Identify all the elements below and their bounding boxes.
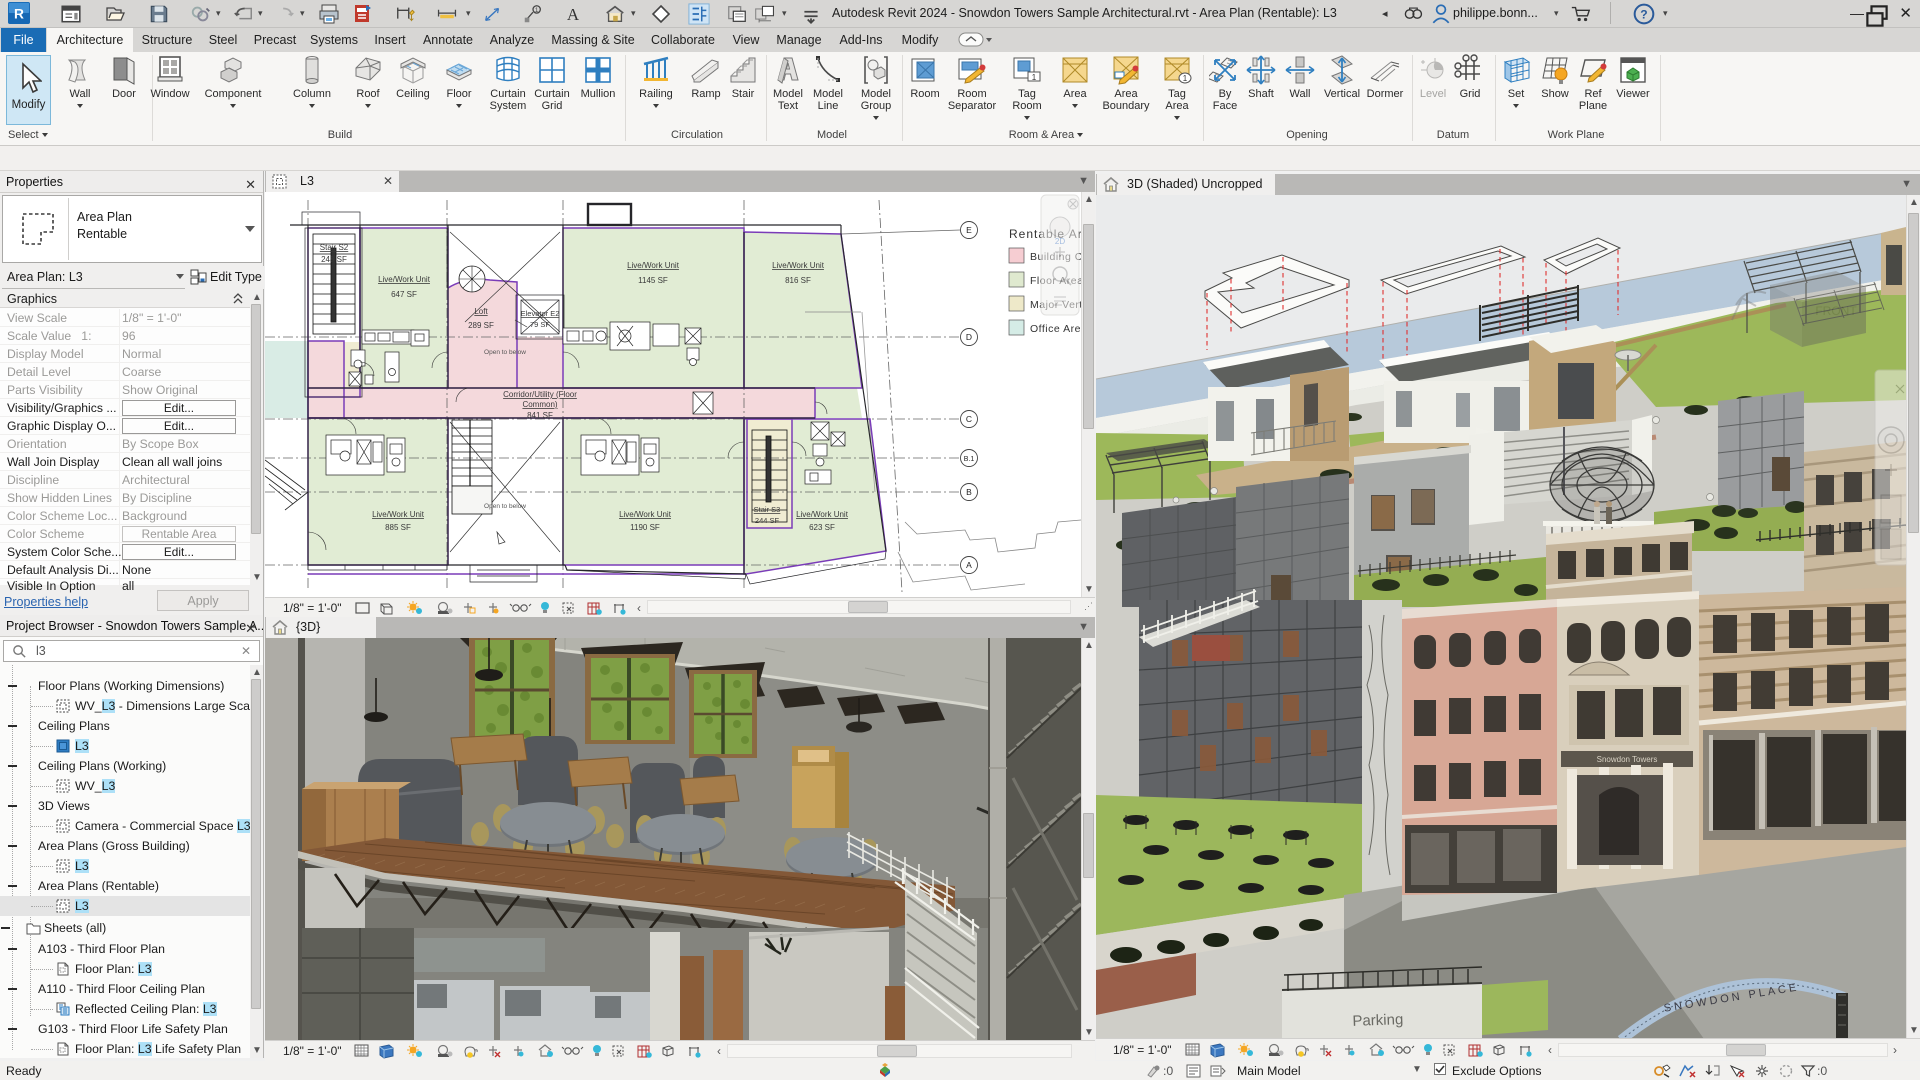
svg-text:Parking: Parking (1352, 1011, 1403, 1030)
svg-text:816 SF: 816 SF (785, 276, 811, 285)
svg-text:Open to below: Open to below (484, 349, 526, 356)
svg-text:E: E (966, 225, 972, 235)
svg-text:Live/Work Unit: Live/Work Unit (372, 510, 425, 519)
svg-text:B: B (966, 487, 972, 497)
svg-text:A: A (966, 560, 972, 570)
svg-text:Corridor/Utility (Floor: Corridor/Utility (Floor (503, 390, 577, 399)
svg-text:Stair S3: Stair S3 (754, 505, 781, 514)
svg-text:79 SF: 79 SF (530, 320, 550, 329)
svg-text:C: C (966, 414, 972, 424)
svg-text:Stair S2: Stair S2 (320, 243, 349, 252)
svg-text:FRONT: FRONT (1815, 304, 1857, 318)
svg-text:1145 SF: 1145 SF (638, 276, 668, 285)
svg-text:Elevator E2: Elevator E2 (521, 309, 560, 318)
svg-text:Snowdon Towers: Snowdon Towers (1597, 755, 1658, 764)
svg-text:1: 1 (535, 7, 539, 14)
svg-text:244 SF: 244 SF (755, 516, 780, 525)
svg-text:B.1: B.1 (964, 456, 975, 463)
svg-text:Live/Work Unit: Live/Work Unit (619, 510, 672, 519)
svg-text:?: ? (1640, 7, 1647, 21)
svg-text:1: 1 (1183, 74, 1188, 83)
svg-text:Common): Common) (522, 400, 557, 409)
svg-text:Live/Work Unit: Live/Work Unit (796, 510, 849, 519)
svg-text:Live/Work Unit: Live/Work Unit (378, 275, 431, 284)
svg-text:2D: 2D (1055, 237, 1065, 246)
svg-text:D: D (966, 332, 972, 342)
svg-text:Live/Work Unit: Live/Work Unit (627, 261, 680, 270)
svg-text:248 SF: 248 SF (321, 255, 347, 264)
svg-text:Open to below: Open to below (484, 503, 526, 510)
svg-text:A: A (567, 5, 580, 24)
svg-text:1190 SF: 1190 SF (630, 523, 660, 532)
svg-text:Office Area: Office Area (1030, 323, 1081, 335)
svg-text:647 SF: 647 SF (391, 290, 417, 299)
svg-text:841 SF: 841 SF (527, 411, 553, 420)
svg-text:1: 1 (1032, 73, 1037, 82)
svg-text:Loft: Loft (474, 307, 488, 316)
svg-text:885 SF: 885 SF (385, 523, 411, 532)
svg-text:R: R (14, 7, 24, 22)
svg-text:289 SF: 289 SF (468, 321, 494, 330)
svg-text:623 SF: 623 SF (809, 523, 835, 532)
svg-text:Live/Work Unit: Live/Work Unit (772, 261, 825, 270)
